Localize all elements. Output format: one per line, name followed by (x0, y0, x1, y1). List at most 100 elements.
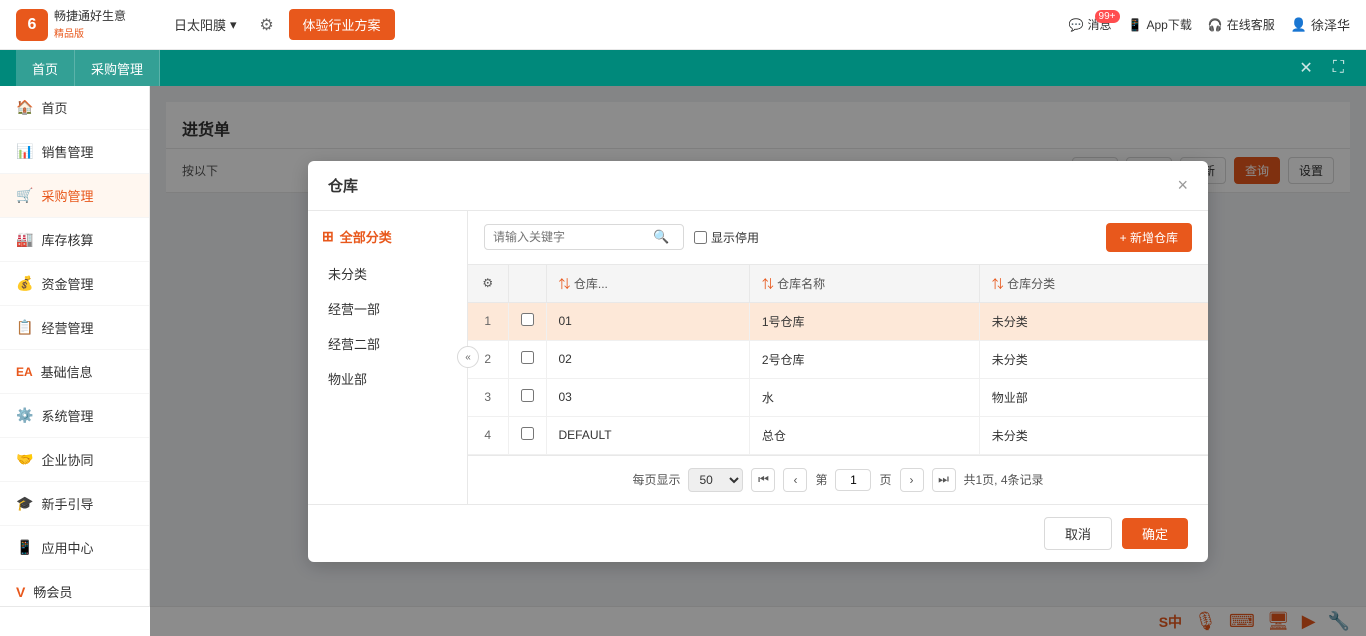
window-expand-button[interactable]: ⛶ (1327, 57, 1350, 79)
message-icon: 💬 (1069, 18, 1084, 32)
row-category: 未分类 (979, 340, 1208, 378)
sidebar-item-sales[interactable]: 📊 销售管理 (0, 130, 149, 174)
th-category: ⇅ 仓库分类 (979, 265, 1208, 303)
sidebar-item-operations[interactable]: 📋 经营管理 (0, 306, 149, 350)
home-icon: 🏠 (16, 99, 33, 116)
th-code: ⇅ 仓库... (546, 265, 749, 303)
user-menu[interactable]: 👤 徐泽华 (1291, 15, 1350, 34)
per-page-select[interactable]: 50 100 200 (688, 468, 743, 492)
th-name: ⇅ 仓库名称 (749, 265, 979, 303)
window-close-button[interactable]: ✕ (1293, 56, 1318, 80)
page-label-suffix: 页 (879, 471, 891, 488)
table-row[interactable]: 1 01 1号仓库 未分类 (468, 302, 1208, 340)
sort-icon: ⇅ (559, 277, 571, 291)
table-row[interactable]: 2 02 2号仓库 未分类 (468, 340, 1208, 378)
nav-item-purchase[interactable]: 采购管理 (75, 50, 160, 86)
chevron-down-icon: ▾ (230, 17, 237, 33)
online-service-button[interactable]: 🎧 在线客服 (1208, 16, 1275, 33)
show-disabled-checkbox[interactable]: 显示停用 (694, 229, 759, 246)
messages-badge: 99+ (1095, 10, 1120, 23)
user-avatar: 👤 (1291, 17, 1307, 33)
nav-item-home[interactable]: 首页 (16, 50, 75, 86)
page-number-input[interactable] (835, 469, 871, 491)
add-warehouse-button[interactable]: + 新增仓库 (1106, 223, 1192, 252)
download-icon: 📱 (1128, 18, 1143, 32)
table-panel: 🔍 显示停用 + 新增仓库 (468, 211, 1208, 504)
row-checkbox[interactable] (508, 378, 546, 416)
total-info: 共1页, 4条记录 (964, 471, 1044, 488)
cancel-button[interactable]: 取消 (1044, 517, 1112, 550)
next-page-button[interactable]: › (900, 468, 924, 492)
headset-icon: 🎧 (1208, 18, 1223, 32)
data-table: ⚙ ⇅ 仓库... ⇅ 仓库名称 (468, 265, 1208, 455)
logo-area: 6 畅捷通好生意 精品版 (16, 9, 166, 41)
row-checkbox[interactable] (508, 340, 546, 378)
row-checkbox[interactable] (508, 416, 546, 454)
search-input[interactable] (493, 230, 653, 244)
row-code: DEFAULT (546, 416, 749, 454)
sidebar-item-enterprise[interactable]: 🤝 企业协同 (0, 438, 149, 482)
category-header[interactable]: ⊞ 全部分类 (308, 221, 467, 256)
pagination: 每页显示 50 100 200 ⏮ ‹ 第 页 › (468, 455, 1208, 504)
row-code: 02 (546, 340, 749, 378)
logo-text: 畅捷通好生意 (54, 9, 126, 25)
row-num: 4 (468, 416, 508, 454)
modal-header: 仓库 × (308, 161, 1208, 211)
top-nav: 6 畅捷通好生意 精品版 日太阳膜 ▾ ⚙ 体验行业方案 💬 消息 99+ 📱 … (0, 0, 1366, 50)
settings-icon[interactable]: ⚙ (253, 11, 281, 39)
app-center-icon: 📱 (16, 539, 33, 556)
confirm-button[interactable]: 确定 (1122, 518, 1188, 549)
table-toolbar: 🔍 显示停用 + 新增仓库 (468, 211, 1208, 265)
category-item-property[interactable]: 物业部 (308, 361, 467, 396)
row-name: 总仓 (749, 416, 979, 454)
row-code: 01 (546, 302, 749, 340)
sidebar-item-app-center[interactable]: 📱 应用中心 (0, 526, 149, 570)
guide-icon: 🎓 (16, 495, 33, 512)
second-nav-right: ✕ ⛶ (1293, 56, 1350, 80)
app-download-button[interactable]: 📱 App下载 (1128, 16, 1192, 33)
warehouse-table: ⚙ ⇅ 仓库... ⇅ 仓库名称 (468, 265, 1208, 455)
collapse-panel-button[interactable]: « (457, 346, 479, 368)
sidebar-item-basic-info[interactable]: EA 基础信息 (0, 350, 149, 394)
last-page-button[interactable]: ⏭ (932, 468, 956, 492)
show-disabled-toggle[interactable] (694, 231, 707, 244)
nav-center: 日太阳膜 ▾ ⚙ 体验行业方案 (166, 9, 1069, 40)
layout: 🏠 首页 📊 销售管理 🛒 采购管理 🏭 库存核算 💰 资金管理 📋 经营管理 … (0, 86, 1366, 636)
prev-page-button[interactable]: ‹ (783, 468, 807, 492)
sidebar-item-guide[interactable]: 🎓 新手引导 (0, 482, 149, 526)
category-item-unclassified[interactable]: 未分类 (308, 256, 467, 291)
logo-sub: 精品版 (54, 25, 126, 40)
category-item-ops1[interactable]: 经营一部 (308, 291, 467, 326)
modal-close-button[interactable]: × (1177, 176, 1188, 194)
sidebar-item-finance[interactable]: 💰 资金管理 (0, 262, 149, 306)
operations-icon: 📋 (16, 319, 33, 336)
sort-icon3: ⇅ (992, 277, 1004, 291)
th-checkbox (508, 265, 546, 303)
row-checkbox[interactable] (508, 302, 546, 340)
logo-icon: 6 (16, 9, 48, 41)
sidebar: 🏠 首页 📊 销售管理 🛒 采购管理 🏭 库存核算 💰 资金管理 📋 经营管理 … (0, 86, 150, 636)
purchase-icon: 🛒 (16, 187, 33, 204)
store-selector[interactable]: 日太阳膜 ▾ (166, 11, 245, 38)
row-code: 03 (546, 378, 749, 416)
table-row[interactable]: 4 DEFAULT 总仓 未分类 (468, 416, 1208, 454)
search-icon[interactable]: 🔍 (653, 229, 669, 245)
trial-button[interactable]: 体验行业方案 (289, 9, 395, 40)
sidebar-item-home[interactable]: 🏠 首页 (0, 86, 149, 130)
table-row[interactable]: 3 03 水 物业部 (468, 378, 1208, 416)
first-page-button[interactable]: ⏮ (751, 468, 775, 492)
vip-icon: V (16, 584, 25, 600)
row-num: 3 (468, 378, 508, 416)
basic-info-icon: EA (16, 365, 33, 379)
sidebar-item-inventory[interactable]: 🏭 库存核算 (0, 218, 149, 262)
row-name: 2号仓库 (749, 340, 979, 378)
messages-button[interactable]: 💬 消息 99+ (1069, 16, 1112, 33)
nav-right: 💬 消息 99+ 📱 App下载 🎧 在线客服 👤 徐泽华 (1069, 15, 1350, 34)
sort-icon2: ⇅ (762, 277, 774, 291)
category-item-ops2[interactable]: 经营二部 (308, 326, 467, 361)
sidebar-item-system[interactable]: ⚙️ 系统管理 (0, 394, 149, 438)
table-header-row: ⚙ ⇅ 仓库... ⇅ 仓库名称 (468, 265, 1208, 303)
sidebar-item-purchase[interactable]: 🛒 采购管理 (0, 174, 149, 218)
main-content: 进货单 按以下 打印 导出 刷新 查询 设置 仓库 × (150, 86, 1366, 636)
search-box: 🔍 (484, 224, 684, 250)
